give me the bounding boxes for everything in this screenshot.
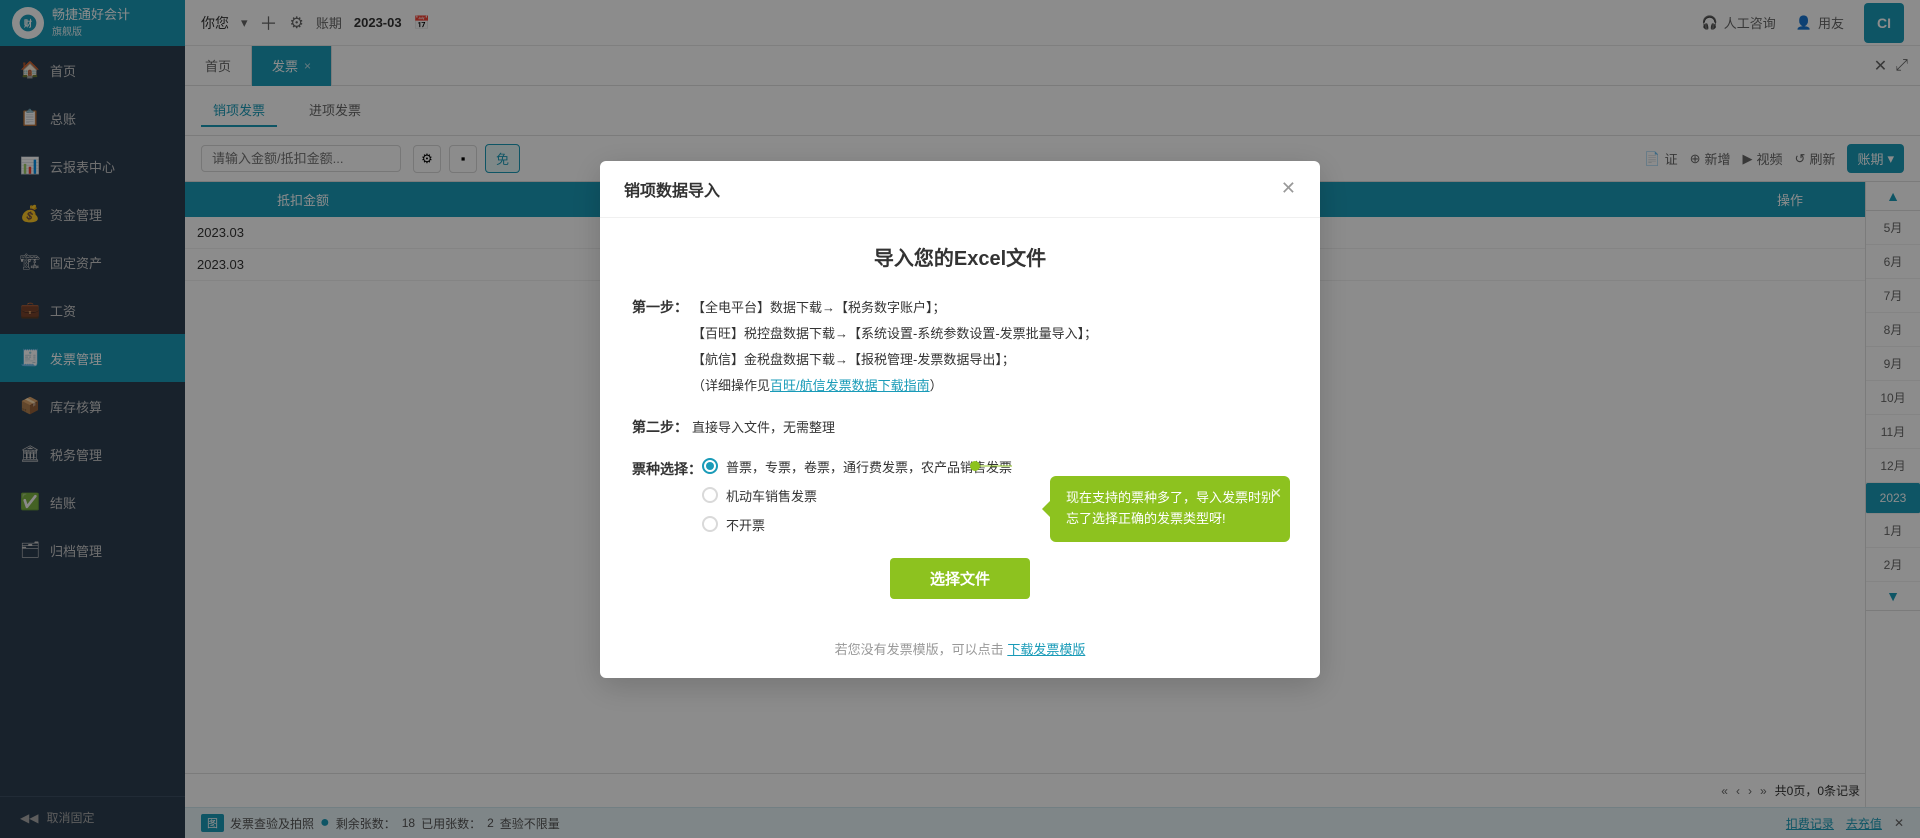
step2-text: 直接导入文件，无需整理 [692,415,1288,441]
modal-close-button[interactable]: ✕ [1281,178,1296,199]
modal-overlay: 销项数据导入 ✕ 导入您的Excel文件 第一步： 【全电平台】数据下载→【税务… [0,0,1920,838]
modal-heading: 导入您的Excel文件 [632,242,1288,271]
radio-group: 普票，专票，卷票，通行费发票，农产品销售发票 ✕ 现在支持的票种多了，导入发票时… [702,457,1288,534]
tooltip-close-button[interactable]: ✕ [1270,482,1282,504]
modal-body: 导入您的Excel文件 第一步： 【全电平台】数据下载→【税务数字账户】； 【百… [600,218,1320,627]
tooltip-box: ✕ 现在支持的票种多了，导入发票时别忘了选择正确的发票类型呀! [1050,476,1290,542]
tooltip-line [976,466,1012,467]
step1-line2: 【百旺】税控盘数据下载→【系统设置-系统参数设置-发票批量导入】； [692,321,1288,347]
ticket-row: 票种选择： 普票，专票，卷票，通行费发票，农产品销售发票 [632,457,1288,534]
step2-content: 直接导入文件，无需整理 [692,415,1288,441]
radio-label-2: 机动车销售发票 [726,486,817,505]
radio-option-1[interactable]: 普票，专票，卷票，通行费发票，农产品销售发票 ✕ 现在支持的票种多了，导入发票时… [702,457,1288,476]
step2-label: 第二步： [632,415,692,441]
step1-row: 第一步： 【全电平台】数据下载→【税务数字账户】； 【百旺】税控盘数据下载→【系… [632,295,1288,399]
guide-link[interactable]: 百旺/航信发票数据下载指南 [770,378,930,393]
footer-text: 若您没有发票模版，可以点击 [835,642,1004,657]
ticket-options: 普票，专票，卷票，通行费发票，农产品销售发票 ✕ 现在支持的票种多了，导入发票时… [702,457,1288,534]
modal-title: 销项数据导入 [624,177,720,201]
step1-link-prefix: （详细操作见 [692,378,770,393]
radio-dot-1 [702,458,718,474]
modal-header: 销项数据导入 ✕ [600,161,1320,218]
radio-dot-3 [702,516,718,532]
step1-content: 【全电平台】数据下载→【税务数字账户】； 【百旺】税控盘数据下载→【系统设置-系… [692,295,1288,399]
import-modal: 销项数据导入 ✕ 导入您的Excel文件 第一步： 【全电平台】数据下载→【税务… [600,161,1320,678]
step1-link-suffix: ） [930,378,943,393]
modal-footer: 若您没有发票模版，可以点击 下载发票模版 [600,627,1320,678]
radio-label-3: 不开票 [726,515,765,534]
step1-label: 第一步： [632,295,692,399]
step1-link: （详细操作见百旺/航信发票数据下载指南） [692,373,1288,399]
step2-row: 第二步： 直接导入文件，无需整理 [632,415,1288,441]
download-template-link[interactable]: 下载发票模版 [1007,642,1085,657]
radio-dot-2 [702,487,718,503]
step1-line3: 【航信】金税盘数据下载→【报税管理-发票数据导出】； [692,347,1288,373]
ticket-label: 票种选择： [632,457,702,534]
select-file-button[interactable]: 选择文件 [890,558,1030,599]
tooltip-text: 现在支持的票种多了，导入发票时别忘了选择正确的发票类型呀! [1066,490,1274,526]
step1-line1: 【全电平台】数据下载→【税务数字账户】； [692,295,1288,321]
